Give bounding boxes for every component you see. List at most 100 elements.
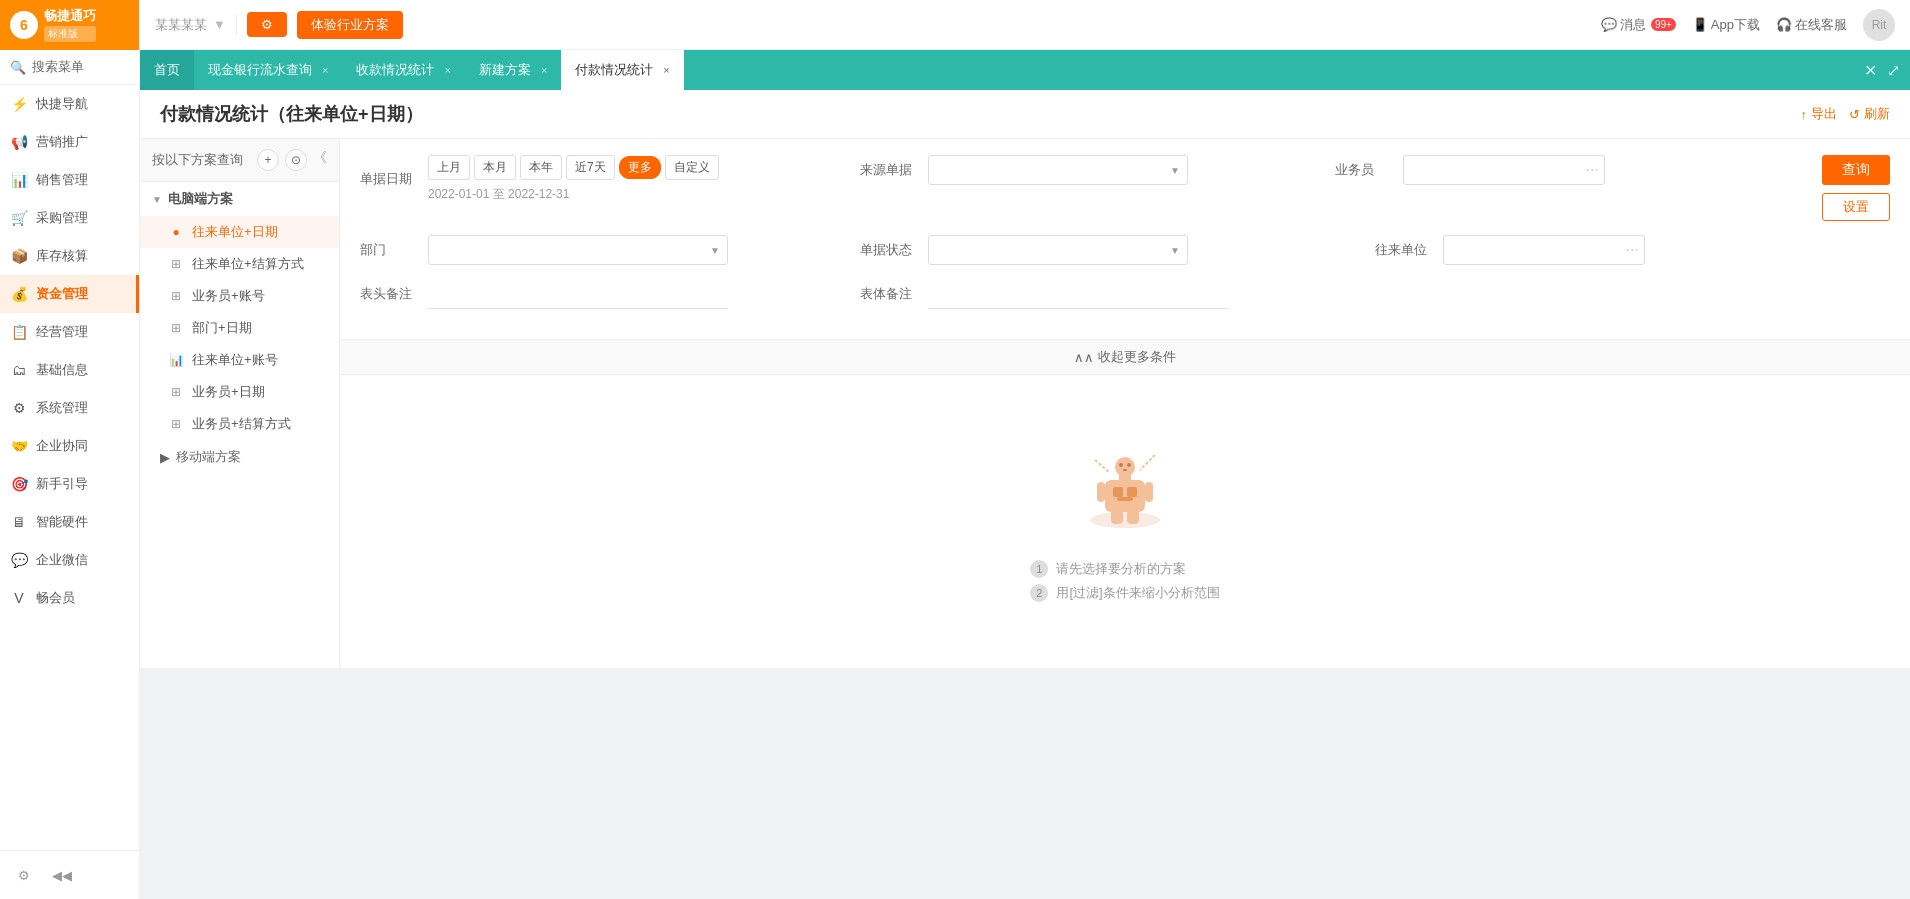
sidebar-item-base-info[interactable]: 🗂 基础信息 bbox=[0, 351, 139, 389]
tab-receipt-stats-close[interactable]: × bbox=[444, 64, 450, 76]
tabbar: 首页 现金银行流水查询 × 收款情况统计 × 新建方案 × 付款情况统计 × ✕… bbox=[140, 50, 1910, 90]
sidebar-item-wechat[interactable]: 💬 企业微信 bbox=[0, 541, 139, 579]
last-month-btn[interactable]: 上月 bbox=[428, 155, 470, 180]
refresh-btn[interactable]: ↺ 刷新 bbox=[1849, 105, 1890, 123]
tab-new-scheme-close[interactable]: × bbox=[541, 64, 547, 76]
sidebar-item-collab[interactable]: 🤝 企业协同 bbox=[0, 427, 139, 465]
sidebar-collapse-btn[interactable]: ◀◀ bbox=[48, 861, 76, 889]
sidebar-footer: ⚙ ◀◀ bbox=[0, 850, 139, 899]
tab-new-scheme[interactable]: 新建方案 × bbox=[465, 50, 561, 90]
filter-item-header-note: 表头备注 bbox=[360, 279, 860, 309]
main-body: 按以下方案查询 + ⊙ 《 ▼ 电脑端方案 ● 往来单位+日期 bbox=[140, 139, 1910, 668]
sidebar-item-marketing[interactable]: 📢 营销推广 bbox=[0, 123, 139, 161]
tab-home[interactable]: 首页 bbox=[140, 50, 194, 90]
sidebar-item-hardware[interactable]: 🖥 智能硬件 bbox=[0, 503, 139, 541]
scheme-item-partner-settle[interactable]: ⊞ 往来单位+结算方式 bbox=[140, 248, 339, 280]
filter-item-date: 单据日期 上月 本月 本年 近7天 更多 自定义 20 bbox=[360, 155, 860, 203]
tab-bank-flow[interactable]: 现金银行流水查询 × bbox=[194, 50, 342, 90]
this-month-btn[interactable]: 本月 bbox=[474, 155, 516, 180]
body-note-input[interactable] bbox=[928, 279, 1228, 309]
sidebar-item-sales[interactable]: 📊 销售管理 bbox=[0, 161, 139, 199]
service-icon: 🎧 bbox=[1776, 17, 1792, 32]
operation-icon: 📋 bbox=[10, 323, 28, 341]
svg-line-14 bbox=[1095, 460, 1110, 473]
messages-btn[interactable]: 💬 消息 99+ bbox=[1601, 16, 1676, 34]
scheme-item-partner-date[interactable]: ● 往来单位+日期 bbox=[140, 216, 339, 248]
this-year-btn[interactable]: 本年 bbox=[520, 155, 562, 180]
tab-receipt-stats-label: 收款情况统计 bbox=[356, 61, 434, 79]
salesman-input[interactable] bbox=[1403, 155, 1605, 185]
user-avatar[interactable]: Rit bbox=[1863, 9, 1895, 41]
sidebar-item-label: 企业微信 bbox=[36, 551, 88, 569]
scheme-collapse-btn[interactable]: 《 bbox=[313, 149, 327, 171]
app-download-btn[interactable]: 📱 App下载 bbox=[1692, 16, 1760, 34]
sidebar-item-label: 销售管理 bbox=[36, 171, 88, 189]
sidebar-item-finance[interactable]: 💰 资金管理 bbox=[0, 275, 139, 313]
dept-label: 部门 bbox=[360, 241, 420, 259]
settings-btn[interactable]: ⚙ bbox=[247, 12, 287, 37]
close-all-tabs-btn[interactable]: ✕ bbox=[1864, 61, 1877, 80]
scheme-header-title: 按以下方案查询 bbox=[152, 151, 243, 169]
tab-payment-stats-close[interactable]: × bbox=[663, 64, 669, 76]
sidebar: 6 畅捷通巧 标准版 🔍 搜索菜单 ⚡ 快捷导航 📢 营销推广 📊 销售管理 🛒… bbox=[0, 0, 140, 899]
sidebar-item-operation[interactable]: 📋 经营管理 bbox=[0, 313, 139, 351]
dept-select[interactable] bbox=[428, 235, 728, 265]
expand-btn[interactable]: ⤢ bbox=[1887, 61, 1900, 80]
last-7days-btn[interactable]: 近7天 bbox=[566, 155, 615, 180]
scheme-active-icon: ● bbox=[168, 224, 184, 240]
industry-btn[interactable]: 体验行业方案 bbox=[297, 11, 403, 39]
date-label: 单据日期 bbox=[360, 170, 420, 188]
sidebar-settings-btn[interactable]: ⚙ bbox=[10, 861, 38, 889]
sidebar-search[interactable]: 🔍 搜索菜单 bbox=[0, 50, 139, 85]
svg-rect-3 bbox=[1127, 487, 1137, 497]
scheme-settings-btn[interactable]: ⊙ bbox=[285, 149, 307, 171]
more-date-btn[interactable]: 更多 bbox=[619, 156, 661, 179]
filter-results-area: 单据日期 上月 本月 本年 近7天 更多 自定义 20 bbox=[340, 139, 1910, 668]
add-scheme-btn[interactable]: + bbox=[257, 149, 279, 171]
page-title: 付款情况统计（往来单位+日期） bbox=[160, 102, 423, 126]
scheme-item-salesman-date[interactable]: ⊞ 业务员+日期 bbox=[140, 376, 339, 408]
refresh-icon: ↺ bbox=[1849, 107, 1860, 122]
filter-settings-btn[interactable]: 设置 bbox=[1822, 193, 1890, 221]
sidebar-item-label: 营销推广 bbox=[36, 133, 88, 151]
tab-bank-flow-close[interactable]: × bbox=[322, 64, 328, 76]
svg-point-6 bbox=[1115, 457, 1135, 477]
scheme-mobile-group[interactable]: ▶ 移动端方案 bbox=[140, 440, 339, 474]
online-service-btn[interactable]: 🎧 在线客服 bbox=[1776, 16, 1847, 34]
export-btn[interactable]: ↑ 导出 bbox=[1801, 105, 1838, 123]
marketing-icon: 📢 bbox=[10, 133, 28, 151]
tab-payment-stats[interactable]: 付款情况统计 × bbox=[561, 50, 683, 90]
scheme-pc-group-title[interactable]: ▼ 电脑端方案 bbox=[140, 182, 339, 216]
date-buttons: 上月 本月 本年 近7天 更多 自定义 bbox=[428, 155, 719, 180]
svg-rect-11 bbox=[1145, 482, 1153, 502]
custom-date-btn[interactable]: 自定义 bbox=[665, 155, 719, 180]
body-note-label: 表体备注 bbox=[860, 285, 920, 303]
scheme-item-partner-account[interactable]: 📊 往来单位+账号 bbox=[140, 344, 339, 376]
filter-row-1: 单据日期 上月 本月 本年 近7天 更多 自定义 20 bbox=[360, 155, 1890, 221]
scheme-item-salesman-account[interactable]: ⊞ 业务员+账号 bbox=[140, 280, 339, 312]
bill-status-select[interactable] bbox=[928, 235, 1188, 265]
sidebar-item-label: 库存核算 bbox=[36, 247, 88, 265]
date-range-display: 2022-01-01 至 2022-12-31 bbox=[428, 186, 719, 203]
filter-item-source-bill: 来源单据 ▼ bbox=[860, 155, 1335, 185]
header-note-input[interactable] bbox=[428, 279, 728, 309]
guide-icon: 🎯 bbox=[10, 475, 28, 493]
partner-input[interactable] bbox=[1443, 235, 1645, 265]
query-btn[interactable]: 查询 bbox=[1822, 155, 1890, 185]
sidebar-item-quick-nav[interactable]: ⚡ 快捷导航 bbox=[0, 85, 139, 123]
tab-receipt-stats[interactable]: 收款情况统计 × bbox=[342, 50, 464, 90]
scheme-item-salesman-settle[interactable]: ⊞ 业务员+结算方式 bbox=[140, 408, 339, 440]
collapse-bar[interactable]: ∧∧ 收起更多条件 bbox=[340, 339, 1910, 375]
finance-icon: 💰 bbox=[10, 285, 28, 303]
sidebar-item-label: 基础信息 bbox=[36, 361, 88, 379]
sidebar-item-guide[interactable]: 🎯 新手引导 bbox=[0, 465, 139, 503]
sidebar-item-label: 畅会员 bbox=[36, 589, 75, 607]
sidebar-item-purchase[interactable]: 🛒 采购管理 bbox=[0, 199, 139, 237]
sidebar-item-inventory[interactable]: 📦 库存核算 bbox=[0, 237, 139, 275]
sidebar-item-member[interactable]: V 畅会员 bbox=[0, 579, 139, 617]
scheme-item-dept-date[interactable]: ⊞ 部门+日期 bbox=[140, 312, 339, 344]
svg-rect-9 bbox=[1123, 469, 1127, 471]
sidebar-item-system[interactable]: ⚙ 系统管理 bbox=[0, 389, 139, 427]
source-bill-select[interactable] bbox=[928, 155, 1188, 185]
company-name: 某某某某 ▼ bbox=[155, 16, 226, 34]
